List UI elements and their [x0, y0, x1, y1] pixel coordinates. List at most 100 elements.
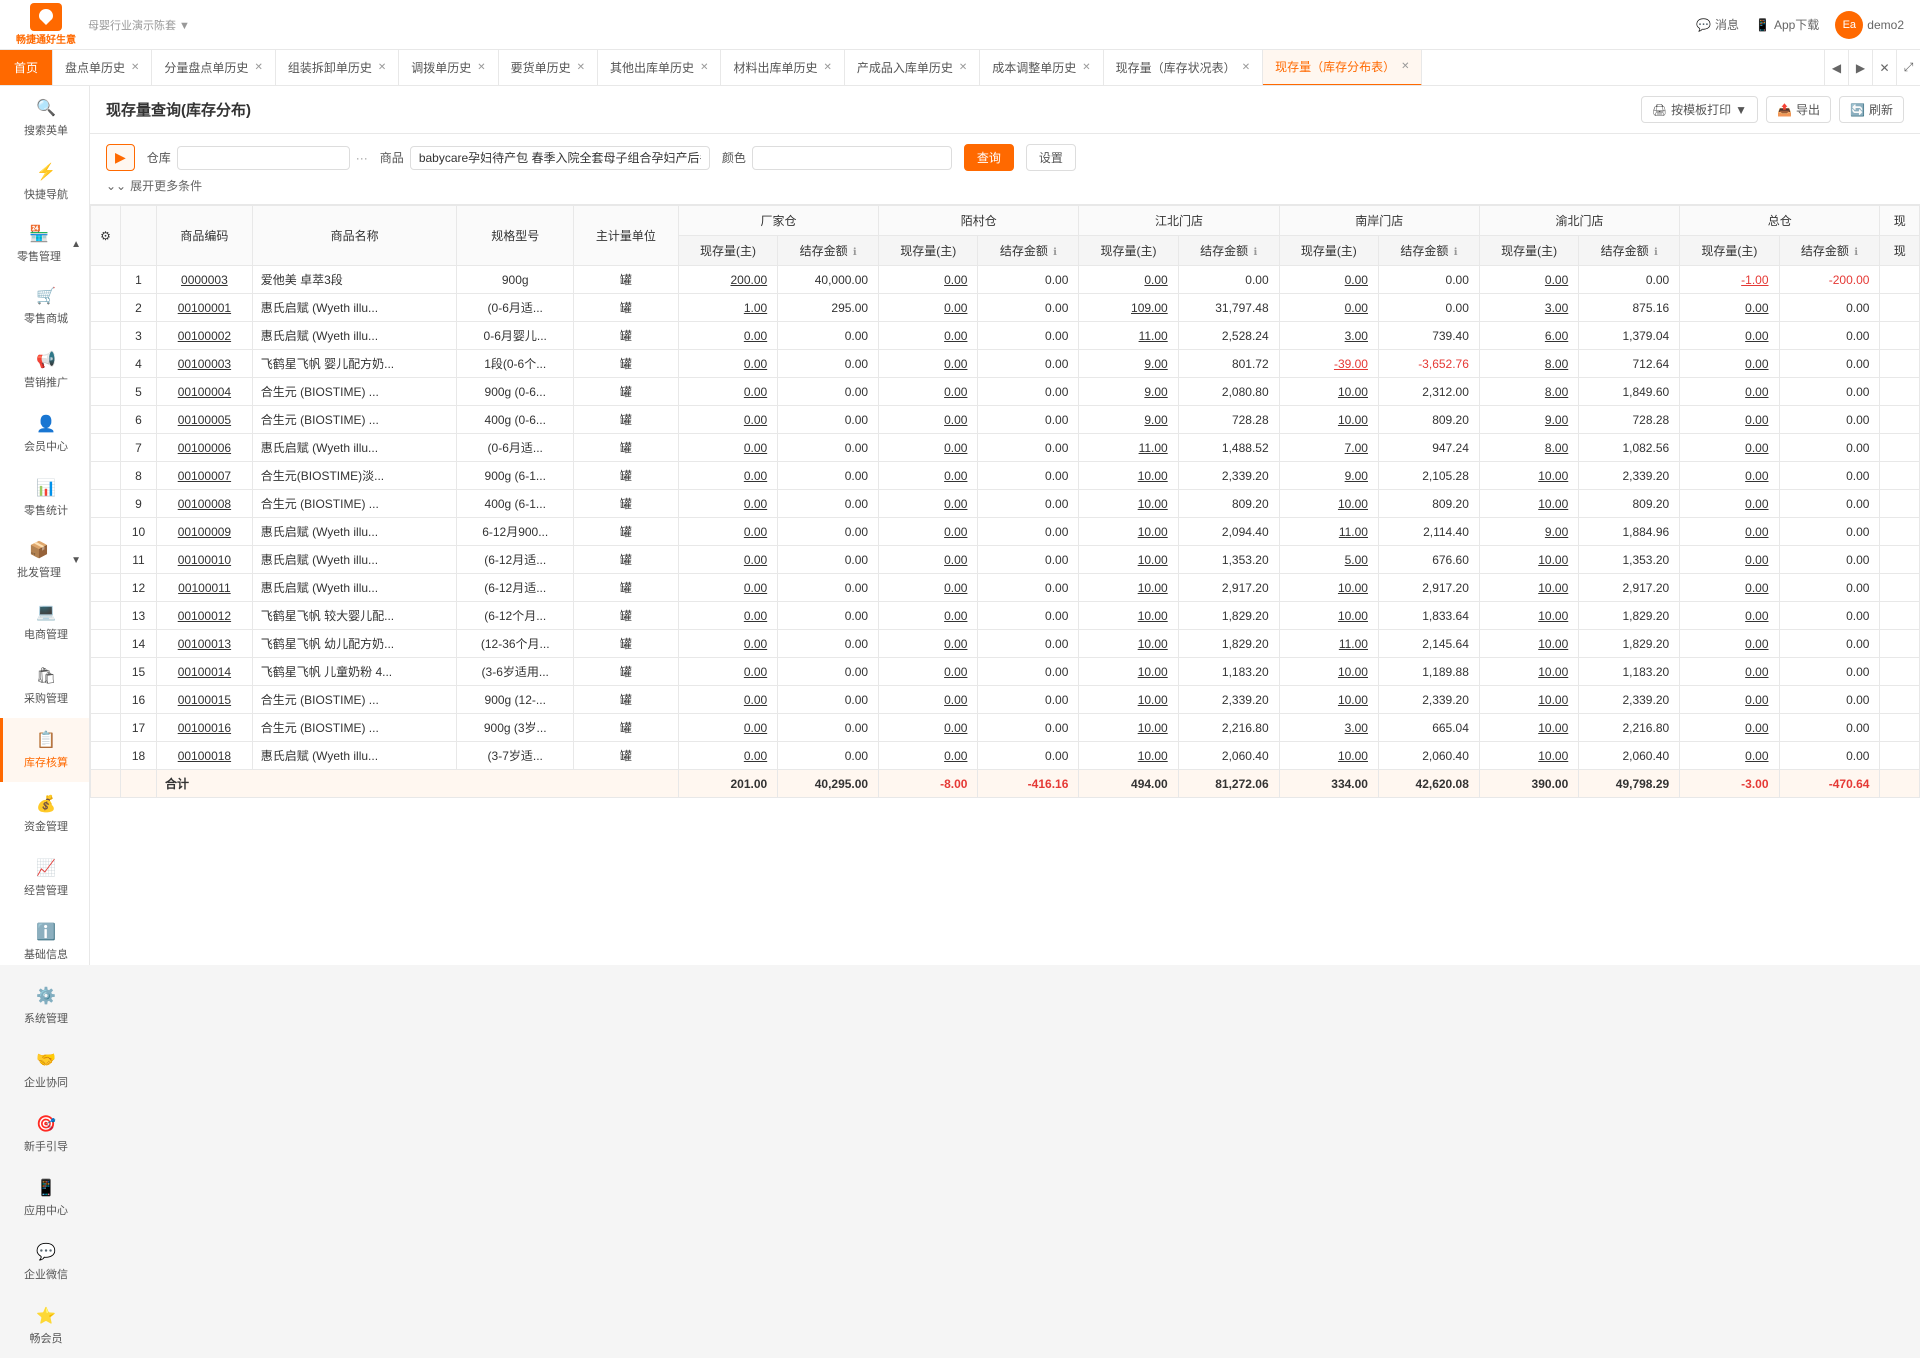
cell-t-stock[interactable]: 0.00 [1680, 294, 1779, 322]
cell-settings[interactable] [91, 266, 121, 294]
cell-yb-stock[interactable]: 8.00 [1479, 378, 1578, 406]
cell-f-stock[interactable]: 200.00 [678, 266, 777, 294]
cell-t-stock[interactable]: 0.00 [1680, 742, 1779, 770]
cell-na-stock[interactable]: 11.00 [1279, 518, 1378, 546]
cell-f-stock[interactable]: 0.00 [678, 434, 777, 462]
cell-t-stock[interactable]: 0.00 [1680, 546, 1779, 574]
cell-settings[interactable] [91, 714, 121, 742]
cell-f-stock[interactable]: 0.00 [678, 406, 777, 434]
cell-code[interactable]: 00100015 [157, 686, 253, 714]
cell-t-stock[interactable]: 0.00 [1680, 462, 1779, 490]
cell-h-stock[interactable]: 0.00 [879, 462, 978, 490]
cell-na-stock[interactable]: 10.00 [1279, 602, 1378, 630]
cell-code[interactable]: 00100012 [157, 602, 253, 630]
cell-f-stock[interactable]: 1.00 [678, 294, 777, 322]
cell-jb-stock[interactable]: 10.00 [1079, 462, 1178, 490]
app-download-btn[interactable]: 📱 App下载 [1755, 16, 1819, 33]
cell-t-stock[interactable]: 0.00 [1680, 350, 1779, 378]
tab-fenpandian-close[interactable]: ✕ [254, 62, 262, 73]
cell-jb-stock[interactable]: 10.00 [1079, 574, 1178, 602]
cell-code[interactable]: 00100013 [157, 630, 253, 658]
tab-cailiaochu-close[interactable]: ✕ [823, 62, 831, 73]
cell-f-stock[interactable]: 0.00 [678, 462, 777, 490]
print-btn[interactable]: 🖨 按模板打印 ▼ [1641, 96, 1758, 123]
cell-h-stock[interactable]: 0.00 [879, 742, 978, 770]
cell-t-stock[interactable]: 0.00 [1680, 434, 1779, 462]
sidebar-item-system[interactable]: ⚙️ 系统管理 [0, 974, 89, 1038]
tab-home[interactable]: 首页 [0, 50, 53, 86]
cell-f-stock[interactable]: 0.00 [678, 686, 777, 714]
cell-h-stock[interactable]: 0.00 [879, 378, 978, 406]
cell-jb-stock[interactable]: 10.00 [1079, 630, 1178, 658]
cell-settings[interactable] [91, 602, 121, 630]
toggle-arrow[interactable]: ▶ [106, 144, 135, 171]
cell-yb-stock[interactable]: 10.00 [1479, 658, 1578, 686]
cell-h-stock[interactable]: 0.00 [879, 686, 978, 714]
tab-chengbenstr[interactable]: 成本调整单历史 ✕ [980, 50, 1103, 86]
cell-na-stock[interactable]: 10.00 [1279, 406, 1378, 434]
cell-code[interactable]: 00100010 [157, 546, 253, 574]
cell-na-stock[interactable]: 10.00 [1279, 686, 1378, 714]
sidebar-item-ecom[interactable]: 💻 电商管理 [0, 590, 89, 654]
sidebar-item-wholesale[interactable]: 📦 批发管理 ▼ [0, 530, 89, 590]
cell-yb-stock[interactable]: 9.00 [1479, 406, 1578, 434]
cell-t-stock[interactable]: 0.00 [1680, 378, 1779, 406]
cell-f-stock[interactable]: 0.00 [678, 714, 777, 742]
cell-settings[interactable] [91, 350, 121, 378]
cell-na-stock[interactable]: 11.00 [1279, 630, 1378, 658]
cell-jb-stock[interactable]: 10.00 [1079, 742, 1178, 770]
sidebar-item-wechat[interactable]: 💬 企业微信 [0, 1230, 89, 1294]
tab-zuzhichai-close[interactable]: ✕ [378, 62, 386, 73]
tab-chengpinru[interactable]: 产成品入库单历史 ✕ [845, 50, 980, 86]
cell-code[interactable]: 00100008 [157, 490, 253, 518]
cell-na-stock[interactable]: 3.00 [1279, 322, 1378, 350]
settings-btn[interactable]: 设置 [1026, 144, 1076, 171]
cell-t-stock[interactable]: 0.00 [1680, 518, 1779, 546]
cell-code[interactable]: 00100016 [157, 714, 253, 742]
cell-yb-stock[interactable]: 10.00 [1479, 714, 1578, 742]
tab-diaopo[interactable]: 调拨单历史 ✕ [399, 50, 498, 86]
nav-next[interactable]: ▶ [1848, 50, 1872, 86]
cell-h-stock[interactable]: 0.00 [879, 406, 978, 434]
sidebar-item-finance[interactable]: 💰 资金管理 [0, 782, 89, 846]
cell-jb-stock[interactable]: 10.00 [1079, 602, 1178, 630]
cell-settings[interactable] [91, 322, 121, 350]
cell-t-stock[interactable]: 0.00 [1680, 714, 1779, 742]
cell-na-stock[interactable]: 10.00 [1279, 574, 1378, 602]
cell-jb-stock[interactable]: 11.00 [1079, 434, 1178, 462]
cell-yb-stock[interactable]: 10.00 [1479, 630, 1578, 658]
cell-na-stock[interactable]: 7.00 [1279, 434, 1378, 462]
sidebar-item-purchase[interactable]: 🛍 采购管理 [0, 654, 89, 718]
cell-yb-stock[interactable]: 6.00 [1479, 322, 1578, 350]
nav-close-all[interactable]: ✕ [1872, 50, 1896, 86]
cell-code[interactable]: 00100003 [157, 350, 253, 378]
cell-f-stock[interactable]: 0.00 [678, 630, 777, 658]
cell-f-stock[interactable]: 0.00 [678, 602, 777, 630]
cell-h-stock[interactable]: 0.00 [879, 546, 978, 574]
sidebar-item-shop[interactable]: 🛒 零售商城 [0, 274, 89, 338]
cell-f-stock[interactable]: 0.00 [678, 322, 777, 350]
tab-qitachu[interactable]: 其他出库单历史 ✕ [598, 50, 721, 86]
cell-jb-stock[interactable]: 9.00 [1079, 350, 1178, 378]
expand-btn[interactable]: ⌄⌄ 展开更多条件 [106, 177, 1904, 194]
cell-h-stock[interactable]: 0.00 [879, 714, 978, 742]
cell-f-stock[interactable]: 0.00 [678, 350, 777, 378]
cell-h-stock[interactable]: 0.00 [879, 574, 978, 602]
sidebar-item-marketing[interactable]: 📢 营销推广 [0, 338, 89, 402]
cell-settings[interactable] [91, 630, 121, 658]
cell-code[interactable]: 00100009 [157, 518, 253, 546]
cell-na-stock[interactable]: 10.00 [1279, 490, 1378, 518]
cell-h-stock[interactable]: 0.00 [879, 658, 978, 686]
cell-na-stock[interactable]: -39.00 [1279, 350, 1378, 378]
cell-na-stock[interactable]: 0.00 [1279, 266, 1378, 294]
tab-xiancunbiao[interactable]: 现存量（库存状况表） ✕ [1104, 50, 1263, 86]
cell-yb-stock[interactable]: 10.00 [1479, 602, 1578, 630]
cell-h-stock[interactable]: 0.00 [879, 630, 978, 658]
cell-na-stock[interactable]: 0.00 [1279, 294, 1378, 322]
tab-zuzhichai[interactable]: 组装拆卸单历史 ✕ [276, 50, 399, 86]
cell-settings[interactable] [91, 518, 121, 546]
cell-h-stock[interactable]: 0.00 [879, 266, 978, 294]
cell-settings[interactable] [91, 658, 121, 686]
table-wrapper[interactable]: ⚙ 商品编码 商品名称 规格型号 主计量单位 厂家仓 陌村仓 江北门店 南岸门店… [90, 205, 1920, 965]
cell-jb-stock[interactable]: 10.00 [1079, 490, 1178, 518]
